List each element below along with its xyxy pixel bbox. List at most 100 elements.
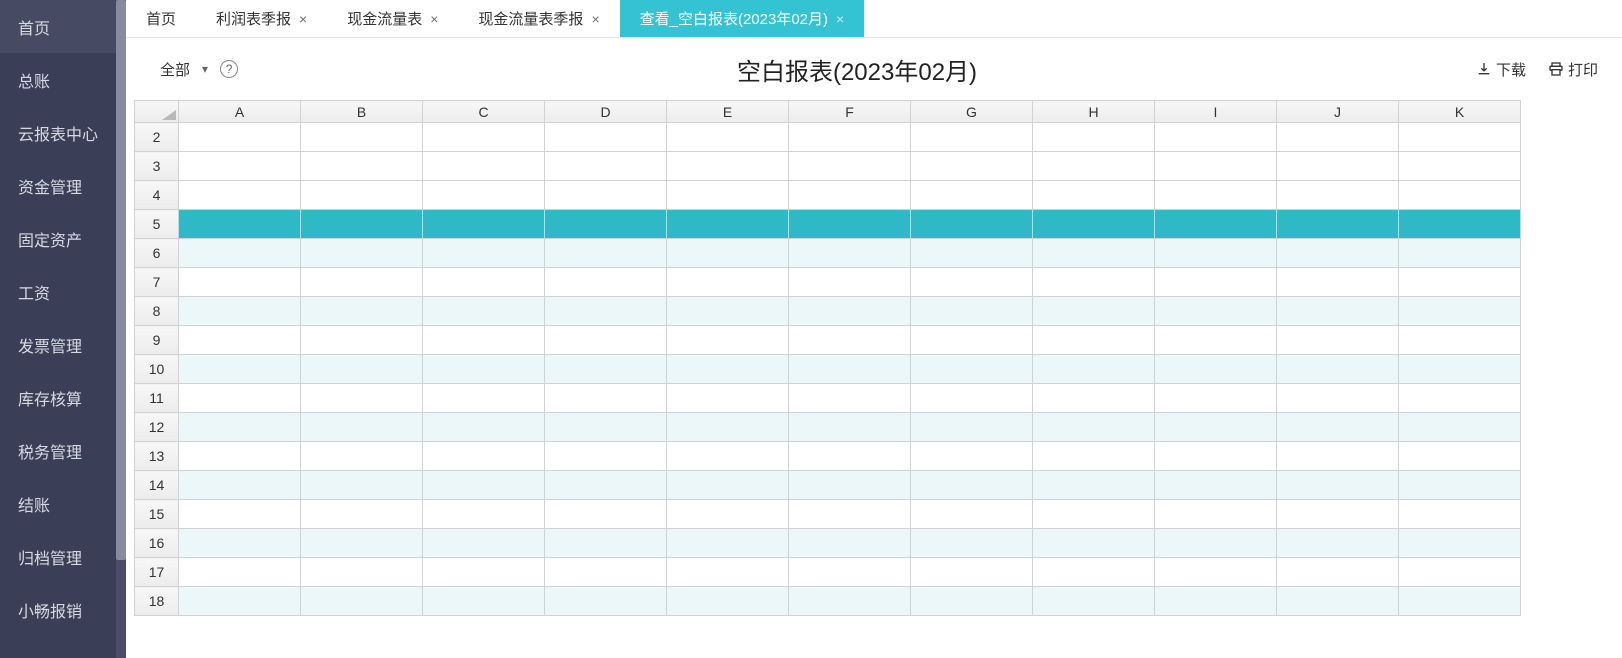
- cell-J16[interactable]: [1277, 529, 1399, 558]
- cell-F3[interactable]: [789, 152, 911, 181]
- cell-A3[interactable]: [179, 152, 301, 181]
- cell-E3[interactable]: [667, 152, 789, 181]
- sidebar-item-3[interactable]: 资金管理: [0, 159, 126, 212]
- row-header-8[interactable]: 8: [135, 297, 179, 326]
- row-header-7[interactable]: 7: [135, 268, 179, 297]
- cell-E2[interactable]: [667, 123, 789, 152]
- cell-G6[interactable]: [911, 239, 1033, 268]
- cell-D4[interactable]: [545, 181, 667, 210]
- cell-A5[interactable]: [179, 210, 301, 239]
- cell-D5[interactable]: [545, 210, 667, 239]
- cell-D14[interactable]: [545, 471, 667, 500]
- cell-F15[interactable]: [789, 500, 911, 529]
- column-header-A[interactable]: A: [179, 101, 301, 123]
- cell-I2[interactable]: [1155, 123, 1277, 152]
- cell-A16[interactable]: [179, 529, 301, 558]
- cell-A13[interactable]: [179, 442, 301, 471]
- cell-G8[interactable]: [911, 297, 1033, 326]
- cell-G12[interactable]: [911, 413, 1033, 442]
- filter-dropdown[interactable]: 全部 ▾ ?: [160, 59, 238, 80]
- cell-F17[interactable]: [789, 558, 911, 587]
- sidebar-item-4[interactable]: 固定资产: [0, 212, 126, 265]
- cell-F11[interactable]: [789, 384, 911, 413]
- cell-G3[interactable]: [911, 152, 1033, 181]
- cell-J6[interactable]: [1277, 239, 1399, 268]
- cell-E18[interactable]: [667, 587, 789, 616]
- cell-C3[interactable]: [423, 152, 545, 181]
- cell-G10[interactable]: [911, 355, 1033, 384]
- cell-J18[interactable]: [1277, 587, 1399, 616]
- cell-H14[interactable]: [1033, 471, 1155, 500]
- cell-I10[interactable]: [1155, 355, 1277, 384]
- cell-F4[interactable]: [789, 181, 911, 210]
- cell-J2[interactable]: [1277, 123, 1399, 152]
- cell-D11[interactable]: [545, 384, 667, 413]
- cell-E5[interactable]: [667, 210, 789, 239]
- close-icon[interactable]: ×: [430, 11, 438, 27]
- cell-C18[interactable]: [423, 587, 545, 616]
- sidebar-item-1[interactable]: 总账: [0, 53, 126, 106]
- cell-I15[interactable]: [1155, 500, 1277, 529]
- cell-A4[interactable]: [179, 181, 301, 210]
- row-header-3[interactable]: 3: [135, 152, 179, 181]
- cell-J14[interactable]: [1277, 471, 1399, 500]
- cell-H5[interactable]: [1033, 210, 1155, 239]
- cell-G5[interactable]: [911, 210, 1033, 239]
- cell-C12[interactable]: [423, 413, 545, 442]
- cell-G7[interactable]: [911, 268, 1033, 297]
- cell-H16[interactable]: [1033, 529, 1155, 558]
- cell-F12[interactable]: [789, 413, 911, 442]
- cell-K6[interactable]: [1399, 239, 1521, 268]
- cell-A11[interactable]: [179, 384, 301, 413]
- cell-F8[interactable]: [789, 297, 911, 326]
- cell-H7[interactable]: [1033, 268, 1155, 297]
- cell-K3[interactable]: [1399, 152, 1521, 181]
- close-icon[interactable]: ×: [299, 11, 307, 27]
- cell-K9[interactable]: [1399, 326, 1521, 355]
- cell-C17[interactable]: [423, 558, 545, 587]
- cell-J8[interactable]: [1277, 297, 1399, 326]
- cell-F14[interactable]: [789, 471, 911, 500]
- row-header-13[interactable]: 13: [135, 442, 179, 471]
- column-header-F[interactable]: F: [789, 101, 911, 123]
- cell-D16[interactable]: [545, 529, 667, 558]
- cell-E11[interactable]: [667, 384, 789, 413]
- cell-G4[interactable]: [911, 181, 1033, 210]
- cell-D7[interactable]: [545, 268, 667, 297]
- cell-I3[interactable]: [1155, 152, 1277, 181]
- cell-C9[interactable]: [423, 326, 545, 355]
- cell-I16[interactable]: [1155, 529, 1277, 558]
- cell-C2[interactable]: [423, 123, 545, 152]
- cell-G13[interactable]: [911, 442, 1033, 471]
- cell-D13[interactable]: [545, 442, 667, 471]
- row-header-17[interactable]: 17: [135, 558, 179, 587]
- cell-I9[interactable]: [1155, 326, 1277, 355]
- close-icon[interactable]: ×: [591, 11, 599, 27]
- cell-I13[interactable]: [1155, 442, 1277, 471]
- cell-J3[interactable]: [1277, 152, 1399, 181]
- cell-H6[interactable]: [1033, 239, 1155, 268]
- cell-H8[interactable]: [1033, 297, 1155, 326]
- column-header-E[interactable]: E: [667, 101, 789, 123]
- cell-H17[interactable]: [1033, 558, 1155, 587]
- cell-H4[interactable]: [1033, 181, 1155, 210]
- cell-D2[interactable]: [545, 123, 667, 152]
- cell-B5[interactable]: [301, 210, 423, 239]
- cell-C6[interactable]: [423, 239, 545, 268]
- cell-G9[interactable]: [911, 326, 1033, 355]
- tab-0[interactable]: 首页: [126, 0, 196, 37]
- cell-G18[interactable]: [911, 587, 1033, 616]
- cell-D17[interactable]: [545, 558, 667, 587]
- sidebar-item-6[interactable]: 发票管理: [0, 318, 126, 371]
- cell-A9[interactable]: [179, 326, 301, 355]
- cell-E14[interactable]: [667, 471, 789, 500]
- cell-E6[interactable]: [667, 239, 789, 268]
- cell-H3[interactable]: [1033, 152, 1155, 181]
- download-button[interactable]: 下载: [1476, 59, 1526, 80]
- cell-A15[interactable]: [179, 500, 301, 529]
- cell-K10[interactable]: [1399, 355, 1521, 384]
- cell-D9[interactable]: [545, 326, 667, 355]
- sidebar-item-10[interactable]: 归档管理: [0, 530, 126, 583]
- column-header-J[interactable]: J: [1277, 101, 1399, 123]
- sidebar-scrollbar-thumb[interactable]: [116, 0, 126, 560]
